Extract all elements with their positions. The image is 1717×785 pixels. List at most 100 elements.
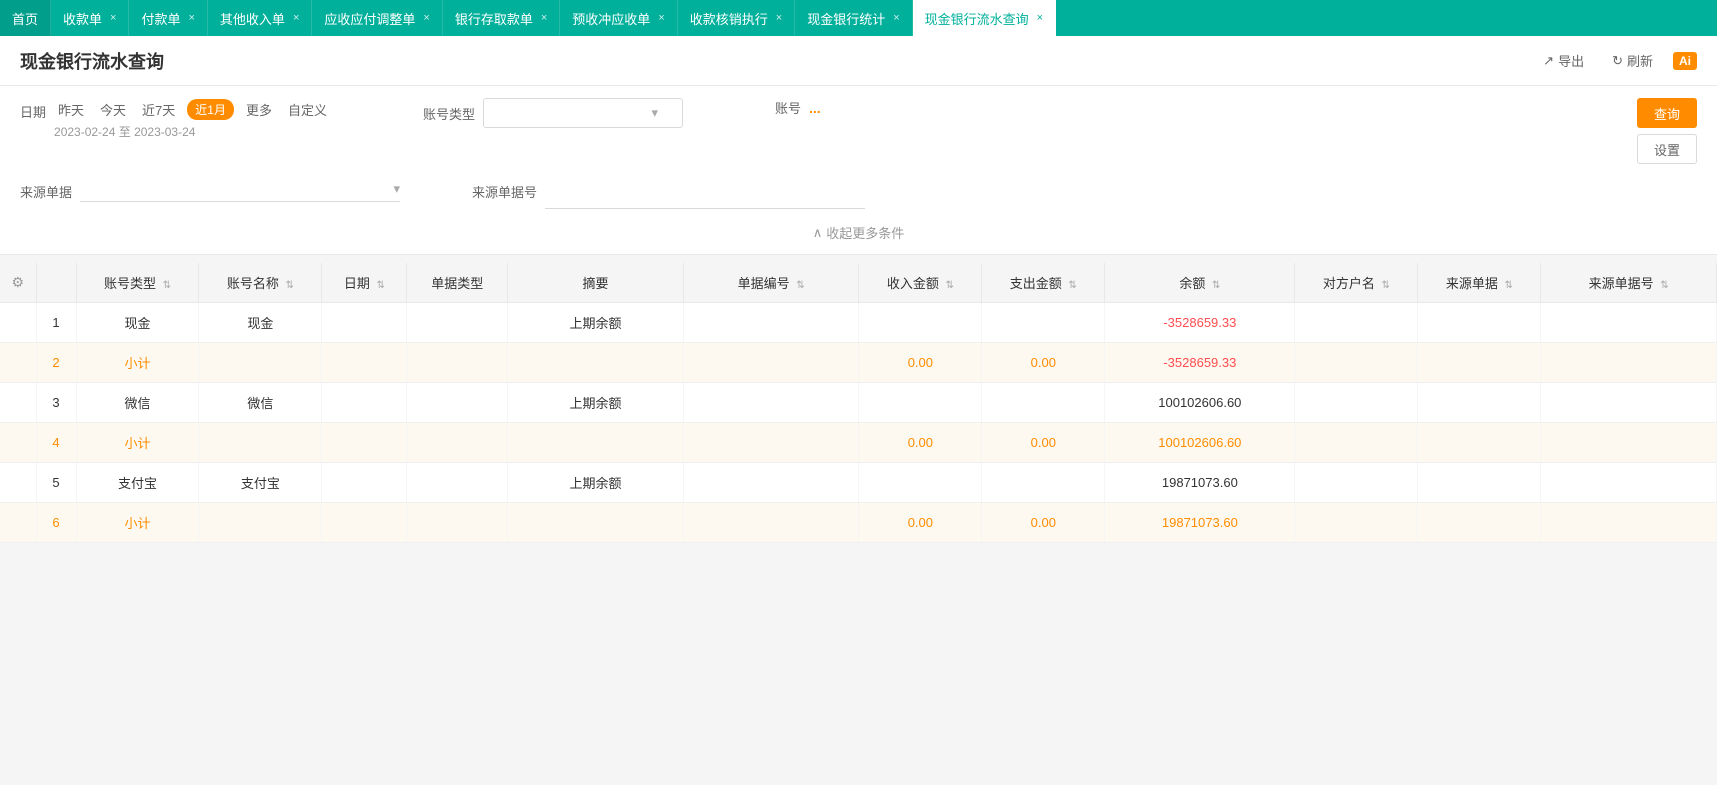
header-actions: ↗ 导出 ↻ 刷新 Ai [1535,47,1697,74]
nav-tab-ar-ap-adjust-close[interactable]: × [423,12,429,24]
row-counterparty [1295,463,1418,503]
nav-tab-ar-ap-adjust[interactable]: 应收应付调整单 × [312,0,442,36]
date-shortcut-custom[interactable]: 自定义 [284,98,331,121]
refresh-button[interactable]: ↻ 刷新 [1604,47,1661,74]
row-account-type: 小计 [76,343,199,383]
nav-tab-prepay-offset-close[interactable]: × [658,12,664,24]
nav-tab-home[interactable]: 首页 [0,0,51,36]
table-row[interactable]: 4 小计 0.00 0.00 100102606.60 [0,423,1717,463]
row-summary: 上期余额 [508,383,684,423]
nav-tab-cash-bank-stat-label: 现金银行统计 [807,9,885,28]
nav-tab-other-income-close[interactable]: × [293,12,299,24]
row-settings [0,463,36,503]
nav-tab-bank-deposit[interactable]: 银行存取款单 × [443,0,560,36]
filter-section: 日期 昨天 今天 近7天 近1月 更多 自定义 2023-02-24 至 202… [0,86,1717,255]
date-shortcuts: 昨天 今天 近7天 近1月 更多 自定义 [54,98,331,121]
nav-tab-other-income[interactable]: 其他收入单 × [208,0,312,36]
row-balance: 19871073.60 [1105,503,1295,543]
row-settings [0,303,36,343]
account-more-button[interactable]: ... [809,100,821,116]
export-label: 导出 [1558,51,1584,70]
date-shortcut-7days[interactable]: 近7天 [138,98,179,121]
column-source-doc-no[interactable]: 来源单据号 ⇅ [1541,263,1717,303]
row-income: 0.00 [859,423,982,463]
settings-button[interactable]: 设置 [1637,134,1697,164]
column-balance[interactable]: 余额 ⇅ [1105,263,1295,303]
refresh-label: 刷新 [1627,51,1653,70]
date-shortcut-more[interactable]: 更多 [242,98,276,121]
date-shortcut-yesterday[interactable]: 昨天 [54,98,88,121]
top-navigation: 首页 收款单 × 付款单 × 其他收入单 × 应收应付调整单 × 银行存取款单 … [0,0,1717,36]
nav-tab-cash-bank-stat-close[interactable]: × [893,12,899,24]
nav-tab-payment[interactable]: 付款单 × [129,0,207,36]
nav-tab-receipt-verify-close[interactable]: × [776,12,782,24]
row-source-doc [1418,383,1541,423]
row-summary: 上期余额 [508,463,684,503]
row-account-name: 支付宝 [199,463,322,503]
account-filter-label: 账号 [775,98,801,117]
row-doc-no [683,463,859,503]
column-summary[interactable]: 摘要 [508,263,684,303]
source-doc-no-input[interactable] [545,174,865,204]
nav-tab-prepay-offset[interactable]: 预收冲应收单 × [560,0,677,36]
row-account-name: 现金 [199,303,322,343]
column-doc-type[interactable]: 单据类型 [407,263,508,303]
nav-tab-cash-bank-flow-close[interactable]: × [1037,12,1043,24]
row-income [859,463,982,503]
row-account-type: 小计 [76,503,199,543]
table-row[interactable]: 5 支付宝 支付宝 上期余额 19871073.60 [0,463,1717,503]
export-button[interactable]: ↗ 导出 [1535,47,1592,74]
row-expense: 0.00 [982,503,1105,543]
date-shortcut-1month[interactable]: 近1月 [187,99,234,120]
table-row[interactable]: 3 微信 微信 上期余额 100102606.60 [0,383,1717,423]
column-account-type[interactable]: 账号类型 ⇅ [76,263,199,303]
nav-tab-receipt-close[interactable]: × [110,12,116,24]
row-doc-no [683,343,859,383]
nav-tab-bank-deposit-close[interactable]: × [541,12,547,24]
row-income: 0.00 [859,503,982,543]
column-date[interactable]: 日期 ⇅ [322,263,407,303]
account-type-dropdown-icon: ▾ [651,105,658,121]
row-account-name [199,343,322,383]
nav-tab-receipt[interactable]: 收款单 × [51,0,129,36]
nav-tab-receipt-verify-label: 收款核销执行 [690,9,768,28]
table-row[interactable]: 1 现金 现金 上期余额 -3528659.33 [0,303,1717,343]
nav-tab-cash-bank-flow[interactable]: 现金银行流水查询 × [913,0,1056,36]
table-settings-icon[interactable]: ⚙ [11,274,24,290]
row-income [859,383,982,423]
column-counterparty[interactable]: 对方户名 ⇅ [1295,263,1418,303]
row-balance: 100102606.60 [1105,383,1295,423]
column-expense[interactable]: 支出金额 ⇅ [982,263,1105,303]
column-doc-no[interactable]: 单据编号 ⇅ [683,263,859,303]
account-type-filter-label: 账号类型 [423,104,475,123]
column-settings[interactable]: ⚙ [0,263,36,303]
row-source-doc [1418,303,1541,343]
date-range-text: 2023-02-24 至 2023-03-24 [54,123,331,140]
column-index [36,263,76,303]
nav-tab-payment-close[interactable]: × [188,12,194,24]
row-balance: -3528659.33 [1105,343,1295,383]
collapse-icon: ∧ [813,225,823,241]
ai-badge[interactable]: Ai [1673,52,1697,70]
row-index: 6 [36,503,76,543]
column-source-doc[interactable]: 来源单据 ⇅ [1418,263,1541,303]
table-row[interactable]: 2 小计 0.00 0.00 -3528659.33 [0,343,1717,383]
row-account-type: 微信 [76,383,199,423]
column-account-name[interactable]: 账号名称 ⇅ [199,263,322,303]
column-income[interactable]: 收入金额 ⇅ [859,263,982,303]
data-table: ⚙ 账号类型 ⇅ 账号名称 ⇅ 日期 ⇅ 单据类型 [0,263,1717,543]
nav-tab-cash-bank-stat[interactable]: 现金银行统计 × [795,0,912,36]
row-source-doc [1418,423,1541,463]
nav-tab-other-income-label: 其他收入单 [220,9,285,28]
query-button[interactable]: 查询 [1637,98,1697,128]
nav-tab-receipt-verify[interactable]: 收款核销执行 × [678,0,795,36]
row-counterparty [1295,423,1418,463]
account-type-select[interactable]: ▾ [483,98,683,128]
table-row[interactable]: 6 小计 0.00 0.00 19871073.60 [0,503,1717,543]
row-index: 2 [36,343,76,383]
source-doc-label: 来源单据 [20,182,72,201]
row-expense: 0.00 [982,423,1105,463]
date-shortcut-today[interactable]: 今天 [96,98,130,121]
collapse-bar[interactable]: ∧ 收起更多条件 [20,217,1697,242]
row-doc-no [683,423,859,463]
